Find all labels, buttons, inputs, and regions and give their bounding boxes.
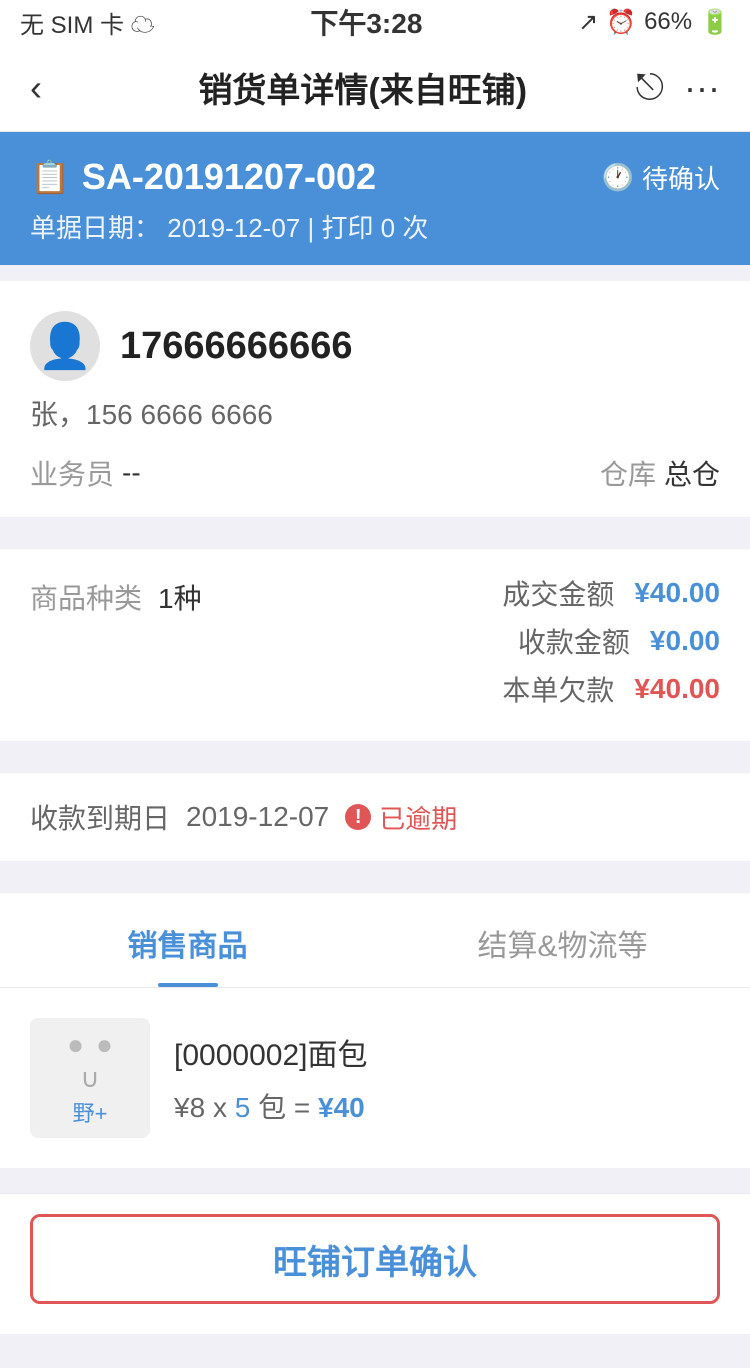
status-right: ↗ ⏰ 66% 🔋 xyxy=(578,8,730,37)
status-time: 下午3:28 xyxy=(310,2,422,42)
summary-section: 商品种类 1种 成交金额 ¥40.00 收款金额 ¥0.00 本单欠款 ¥40.… xyxy=(0,549,750,741)
nav-actions: ⎋ ··· xyxy=(636,66,720,109)
owed-label: 本单欠款 xyxy=(502,669,614,709)
product-item: ● ● ∪ 野+ [0000002]面包 ¥8 x 5 包 = ¥40 xyxy=(0,988,750,1168)
product-type-value: 1种 xyxy=(158,577,202,617)
amounts-section: 成交金额 ¥40.00 收款金额 ¥0.00 本单欠款 ¥40.00 xyxy=(502,573,720,717)
customer-section: 👤 17666666666 张，156 6666 6666 业务员 -- 仓库 … xyxy=(0,281,750,517)
customer-phone: 17666666666 xyxy=(120,325,352,368)
sim-status: 无 SIM 卡 ☁ xyxy=(20,5,155,40)
owed-row: 本单欠款 ¥40.00 xyxy=(502,669,720,709)
status-text: 待确认 xyxy=(642,159,720,196)
overdue-badge: ! 已逾期 xyxy=(345,799,457,836)
order-number: 📋 SA-20191207-002 xyxy=(30,156,376,198)
bottom-bar: 旺铺订单确认 xyxy=(0,1193,750,1334)
order-status-badge: 🕐 待确认 xyxy=(602,159,720,196)
more-icon[interactable]: ··· xyxy=(684,67,720,109)
location-icon: ↗ xyxy=(578,8,598,37)
warehouse-label: 仓库 xyxy=(600,453,656,493)
alarm-icon: ⏰ xyxy=(606,8,636,37)
received-label: 收款金额 xyxy=(518,621,630,661)
amount-row: 成交金额 ¥40.00 xyxy=(502,573,720,613)
product-name: [0000002]面包 xyxy=(174,1030,720,1074)
customer-name: 张，156 6666 6666 xyxy=(30,393,720,433)
order-meta: 单据日期： 2019-12-07 | 打印 0 次 xyxy=(30,208,720,245)
unit-price: ¥8 xyxy=(174,1092,205,1123)
status-bar: 无 SIM 卡 ☁ 下午3:28 ↗ ⏰ 66% 🔋 xyxy=(0,0,750,44)
due-date-section: 收款到期日 2019-12-07 ! 已逾期 xyxy=(0,773,750,861)
due-date-value: 2019-12-07 xyxy=(186,801,329,833)
tabs-row: 销售商品 结算&物流等 xyxy=(0,893,750,988)
received-value: ¥0.00 xyxy=(650,625,720,657)
salesperson-info: 业务员 -- xyxy=(30,453,141,493)
nav-bar: ‹ 销货单详情(来自旺铺) ⎋ ··· xyxy=(0,44,750,132)
due-date-label: 收款到期日 xyxy=(30,797,170,837)
product-info: [0000002]面包 ¥8 x 5 包 = ¥40 xyxy=(174,1030,720,1126)
divider-2 xyxy=(0,533,750,549)
product-thumbnail: ● ● ∪ 野+ xyxy=(30,1018,150,1138)
salesperson-label: 业务员 xyxy=(30,453,114,493)
product-total: ¥40 xyxy=(318,1092,365,1123)
multiply-sign: x xyxy=(213,1092,235,1123)
product-qty: 5 xyxy=(235,1092,251,1123)
customer-info-row: 业务员 -- 仓库 总仓 xyxy=(30,453,720,493)
warehouse-value: 总仓 xyxy=(664,453,720,493)
equals-sign: = xyxy=(294,1092,318,1123)
back-button[interactable]: ‹ xyxy=(30,67,90,109)
amount-label: 成交金额 xyxy=(502,573,614,613)
battery-level: 66% xyxy=(644,8,692,36)
overdue-dot-icon: ! xyxy=(345,804,371,830)
order-header-card: 📋 SA-20191207-002 🕐 待确认 单据日期： 2019-12-07… xyxy=(0,132,750,265)
product-type-info: 商品种类 1种 xyxy=(30,573,202,617)
status-left: 无 SIM 卡 ☁ xyxy=(20,5,155,40)
order-icon: 📋 xyxy=(30,158,70,196)
customer-row: 👤 17666666666 xyxy=(30,311,720,381)
clock-icon: 🕐 xyxy=(602,162,634,193)
tab-settlement[interactable]: 结算&物流等 xyxy=(375,893,750,987)
avatar: 👤 xyxy=(30,311,100,381)
owed-value: ¥40.00 xyxy=(634,673,720,705)
divider-4 xyxy=(0,877,750,893)
divider-1 xyxy=(0,265,750,281)
amount-value: ¥40.00 xyxy=(634,577,720,609)
salesperson-value: -- xyxy=(122,457,141,489)
share-icon[interactable]: ⎋ xyxy=(636,66,664,109)
page-title: 销货单详情(来自旺铺) xyxy=(90,63,636,112)
tabs-section: 销售商品 结算&物流等 xyxy=(0,893,750,988)
tab-products[interactable]: 销售商品 xyxy=(0,893,375,987)
confirm-order-button[interactable]: 旺铺订单确认 xyxy=(30,1214,720,1304)
battery-icon: 🔋 xyxy=(700,8,730,37)
unit: 包 xyxy=(258,1092,286,1123)
overdue-text: 已逾期 xyxy=(379,799,457,836)
warehouse-info: 仓库 总仓 xyxy=(600,453,720,493)
person-icon: 👤 xyxy=(38,320,93,372)
divider-3 xyxy=(0,757,750,773)
received-row: 收款金额 ¥0.00 xyxy=(502,621,720,661)
product-type-label: 商品种类 xyxy=(30,577,142,617)
product-price: ¥8 x 5 包 = ¥40 xyxy=(174,1086,720,1126)
product-logo: ● ● ∪ 野+ xyxy=(67,1029,113,1128)
product-list: ● ● ∪ 野+ [0000002]面包 ¥8 x 5 包 = ¥40 xyxy=(0,988,750,1168)
